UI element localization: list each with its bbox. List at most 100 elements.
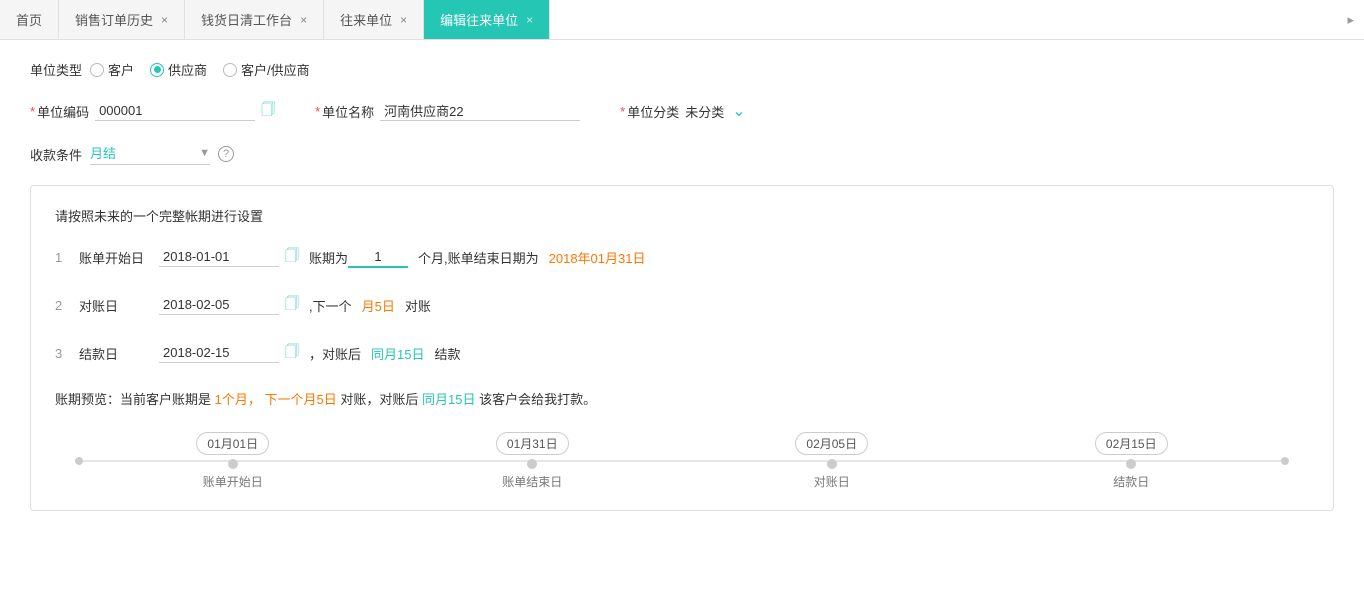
setting-row-2-highlight-day: 月5日 xyxy=(362,296,395,315)
timeline-node-3-dot xyxy=(827,459,837,469)
unit-code-input[interactable] xyxy=(95,101,255,121)
unit-info-row: * 单位编码 🗍 * 单位名称 * 单位分类 未分类 ⌄ xyxy=(30,99,1334,123)
unit-category-select[interactable]: 未分类 ⌄ xyxy=(685,101,745,121)
timeline-container: 01月01日 账单开始日 01月31日 账单结束日 02月05日 对账 xyxy=(55,432,1309,490)
setting-row-2: 2 对账日 🗍 ,下一个 月5日 对账 xyxy=(55,293,1309,317)
settings-panel: 请按照未来的一个完整帐期进行设置 1 账单开始日 🗍 账期为 个月,账单结束日期… xyxy=(30,185,1334,511)
timeline-node-1-label: 账单开始日 xyxy=(203,473,263,490)
radio-customer-label: 客户 xyxy=(108,60,134,79)
timeline-node-4-dot xyxy=(1126,459,1136,469)
timeline-node-3-date: 02月05日 xyxy=(795,432,868,455)
timeline-node-2: 01月31日 账单结束日 xyxy=(496,432,569,490)
radio-group-unit-type: 客户 供应商 客户/供应商 xyxy=(90,60,310,79)
setting-row-1-prefix: 账期为 xyxy=(309,248,348,267)
setting-row-2-prefix: ,下一个 xyxy=(309,296,352,315)
tab-home-label: 首页 xyxy=(16,10,42,29)
unit-category-value: 未分类 xyxy=(685,102,724,121)
preview-part2: 下一个月5日 xyxy=(265,392,337,407)
tab-edit-units-close[interactable]: × xyxy=(526,13,533,27)
setting-row-1: 1 账单开始日 🗍 账期为 个月,账单结束日期为 2018年01月31日 xyxy=(55,245,1309,269)
preview-label: 账期预览：当前客户账期是 xyxy=(55,392,211,407)
setting-row-2-suffix: 对账 xyxy=(405,296,431,315)
payment-terms-row: 收款条件 月结 ▼ ? xyxy=(30,143,1334,165)
setting-row-2-date[interactable] xyxy=(159,295,279,315)
tab-units-close[interactable]: × xyxy=(400,13,407,27)
setting-row-3-suffix: 结款 xyxy=(434,344,460,363)
main-content: 单位类型 客户 供应商 客户/供应商 * 单位编码 🗍 * xyxy=(0,40,1364,608)
timeline-inner: 01月01日 账单开始日 01月31日 账单结束日 02月05日 对账 xyxy=(83,432,1281,490)
setting-row-1-date[interactable] xyxy=(159,247,279,267)
setting-row-1-calendar-icon[interactable]: 🗍 xyxy=(285,245,299,269)
panel-title: 请按照未来的一个完整帐期进行设置 xyxy=(55,206,1309,225)
setting-row-3-prefix: ，对账后 xyxy=(309,344,361,363)
radio-customer-circle xyxy=(90,63,104,77)
timeline-node-4-label: 结款日 xyxy=(1113,473,1149,490)
payment-terms-select[interactable]: 月结 ▼ xyxy=(90,143,210,165)
unit-type-row: 单位类型 客户 供应商 客户/供应商 xyxy=(30,60,1334,79)
unit-name-label: 单位名称 xyxy=(322,102,374,121)
timeline-node-2-label: 账单结束日 xyxy=(502,473,562,490)
tab-cash-work[interactable]: 钱货日清工作台 × xyxy=(185,0,324,39)
timeline-node-3-label: 对账日 xyxy=(814,473,850,490)
setting-row-1-month[interactable] xyxy=(348,247,408,268)
unit-name-input[interactable] xyxy=(380,101,580,121)
timeline-node-4-date: 02月15日 xyxy=(1095,432,1168,455)
timeline-node-1: 01月01日 账单开始日 xyxy=(196,432,269,490)
setting-row-3-num: 3 xyxy=(55,346,79,361)
setting-row-2-calendar-icon[interactable]: 🗍 xyxy=(285,293,299,317)
radio-both-circle xyxy=(223,63,237,77)
tab-edit-units-label: 编辑往来单位 xyxy=(440,10,518,29)
timeline-node-2-dot xyxy=(527,459,537,469)
tab-units[interactable]: 往来单位 × xyxy=(324,0,424,39)
unit-name-required: * xyxy=(315,104,320,119)
radio-both-label: 客户/供应商 xyxy=(241,60,310,79)
radio-both[interactable]: 客户/供应商 xyxy=(223,60,310,79)
radio-supplier[interactable]: 供应商 xyxy=(150,60,207,79)
setting-row-2-field-label: 对账日 xyxy=(79,296,159,315)
tab-bar: 首页 销售订单历史 × 钱货日清工作台 × 往来单位 × 编辑往来单位 × ▸ xyxy=(0,0,1364,40)
setting-row-1-num: 1 xyxy=(55,250,79,265)
setting-row-2-num: 2 xyxy=(55,298,79,313)
setting-row-3-field-label: 结款日 xyxy=(79,344,159,363)
setting-row-1-highlight-date: 2018年01月31日 xyxy=(549,248,646,267)
setting-row-1-suffix: 个月,账单结束日期为 xyxy=(418,248,539,267)
tab-cash-work-label: 钱货日清工作台 xyxy=(201,10,292,29)
tab-units-label: 往来单位 xyxy=(340,10,392,29)
tab-more-button[interactable]: ▸ xyxy=(1337,0,1364,39)
preview-end: 该客户会给我打款。 xyxy=(479,392,596,407)
unit-code-wrap: * 单位编码 🗍 xyxy=(30,99,275,123)
radio-supplier-label: 供应商 xyxy=(168,60,207,79)
timeline-node-2-date: 01月31日 xyxy=(496,432,569,455)
timeline-end-dot xyxy=(1281,457,1289,465)
radio-supplier-circle xyxy=(150,63,164,77)
preview-text: 账期预览：当前客户账期是 1个月， 下一个月5日 对账，对账后 同月15日 该客… xyxy=(55,389,1309,408)
unit-category-wrap: * 单位分类 未分类 ⌄ xyxy=(620,101,746,121)
payment-terms-dropdown-icon: ▼ xyxy=(199,147,210,159)
setting-row-3-date[interactable] xyxy=(159,343,279,363)
preview-part3: 同月15日 xyxy=(422,392,475,407)
preview-mid: 对账，对账后 xyxy=(340,392,418,407)
setting-row-3-calendar-icon[interactable]: 🗍 xyxy=(285,341,299,365)
setting-row-3: 3 结款日 🗍 ，对账后 同月15日 结款 xyxy=(55,341,1309,365)
tab-cash-work-close[interactable]: × xyxy=(300,13,307,27)
unit-category-required: * xyxy=(620,104,625,119)
timeline-start-dot xyxy=(75,457,83,465)
payment-terms-label: 收款条件 xyxy=(30,145,82,164)
category-dropdown-icon: ⌄ xyxy=(732,101,745,121)
timeline-node-3: 02月05日 对账日 xyxy=(795,432,868,490)
timeline-node-4: 02月15日 结款日 xyxy=(1095,432,1168,490)
setting-row-1-field-label: 账单开始日 xyxy=(79,248,159,267)
tab-home[interactable]: 首页 xyxy=(0,0,59,39)
timeline-node-1-date: 01月01日 xyxy=(196,432,269,455)
payment-terms-help-icon[interactable]: ? xyxy=(218,146,234,162)
setting-row-3-highlight-day: 同月15日 xyxy=(371,344,424,363)
radio-customer[interactable]: 客户 xyxy=(90,60,134,79)
timeline-node-1-dot xyxy=(228,459,238,469)
tab-sales-history-close[interactable]: × xyxy=(161,13,168,27)
tab-edit-units[interactable]: 编辑往来单位 × xyxy=(424,0,550,39)
tab-sales-history-label: 销售订单历史 xyxy=(75,10,153,29)
preview-part1: 1个月， xyxy=(215,392,261,407)
tab-sales-history[interactable]: 销售订单历史 × xyxy=(59,0,185,39)
unit-code-required: * xyxy=(30,104,35,119)
unit-code-icon[interactable]: 🗍 xyxy=(261,99,275,123)
